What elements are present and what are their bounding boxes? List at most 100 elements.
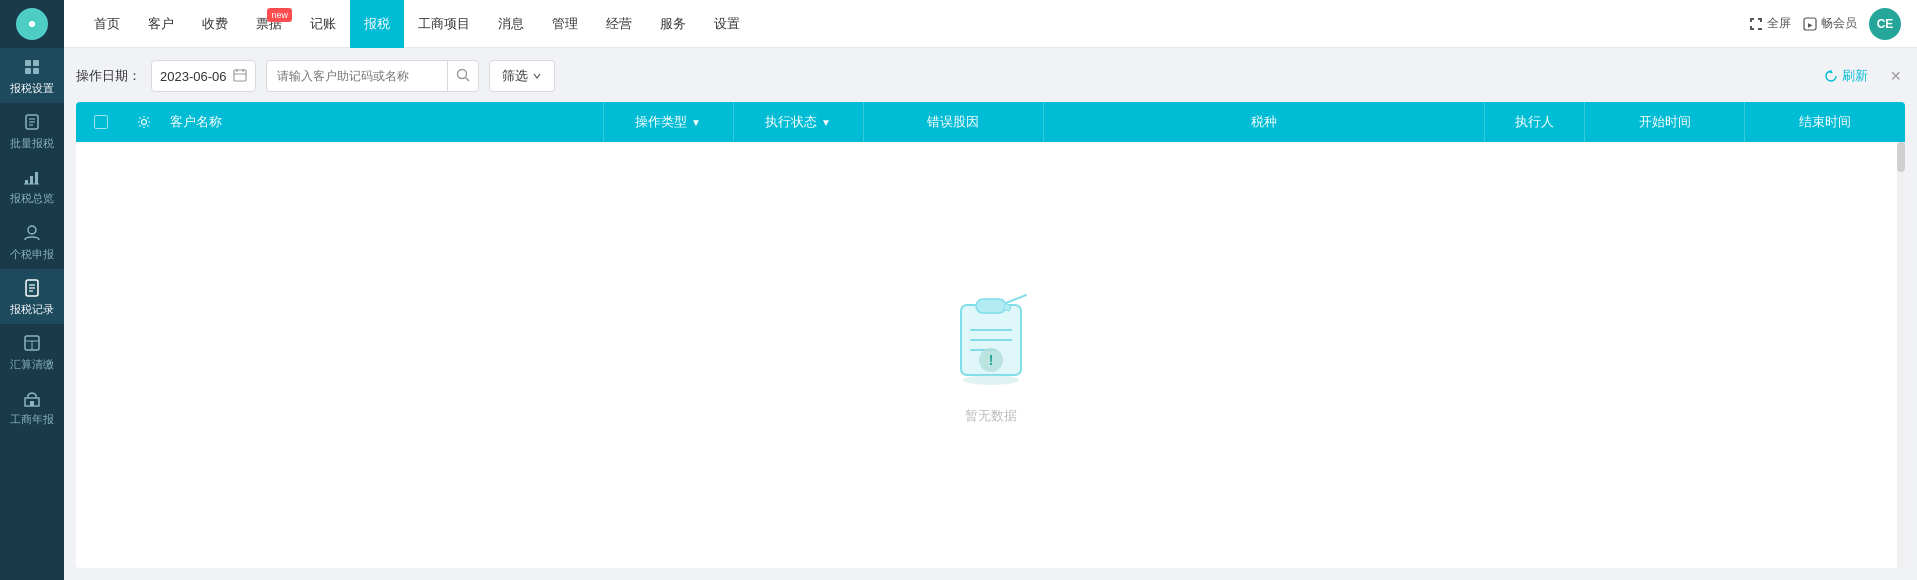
th-status: 执行状态 ▼ [734,102,864,142]
svg-rect-26 [234,70,246,81]
search-icon [456,68,470,82]
sidebar-item-piliangshuishui[interactable]: 批量报税 [0,103,64,158]
svg-line-31 [465,77,469,81]
svg-rect-2 [25,60,31,66]
nav-item-piaoju[interactable]: 票据 new [242,0,296,48]
svg-point-30 [457,69,466,78]
gongshang-icon [21,387,43,409]
date-picker[interactable]: 2023-06-06 [151,60,256,92]
zonglan-icon [21,166,43,188]
filter-label: 筛选 [502,67,528,85]
sidebar-item-baoshuishezhi[interactable]: 报税设置 [0,48,64,103]
toolbar-right: 刷新 × [1816,62,1905,91]
svg-rect-4 [25,68,31,74]
nav-items: 首页 客户 收费 票据 new 记账 报税 工商项目 消息 [80,0,1749,48]
nav-item-gongshang[interactable]: 工商项目 [404,0,484,48]
sidebar-item-baoshuizonglan[interactable]: 报税总览 [0,158,64,213]
svg-rect-10 [25,180,28,184]
date-value: 2023-06-06 [160,69,227,84]
zonglan-label: 报税总览 [10,192,54,205]
svg-point-14 [28,226,36,234]
table-scrollbar[interactable] [1897,142,1905,568]
status-sort-icon[interactable]: ▼ [821,117,831,128]
date-label: 操作日期： [76,67,141,85]
nav-item-shezhi[interactable]: 设置 [700,0,754,48]
svg-point-42 [963,375,1019,385]
settings-icon [136,114,152,130]
fullscreen-icon [1749,17,1763,31]
nav-item-kehu[interactable]: 客户 [134,0,188,48]
th-executor: 执行人 [1485,102,1585,142]
nav-item-jingying[interactable]: 经营 [592,0,646,48]
refresh-icon [1824,69,1838,83]
toolbar: 操作日期： 2023-06-06 [76,60,1905,92]
svg-line-40 [1006,295,1026,303]
svg-point-32 [142,120,147,125]
geshui-icon [21,222,43,244]
search-button[interactable] [447,61,478,91]
th-tax: 税种 [1044,102,1486,142]
fullscreen-button[interactable]: 全屏 [1749,15,1791,32]
user-avatar[interactable]: CE [1869,8,1901,40]
empty-illustration: ! [941,285,1041,395]
nav-item-xiaoxi[interactable]: 消息 [484,0,538,48]
huisuan-icon [21,332,43,354]
records-table: 客户名称 操作类型 ▼ 执行状态 ▼ 错误股因 税种 执行人 [76,102,1905,568]
refresh-button[interactable]: 刷新 [1816,63,1876,89]
svg-rect-34 [976,299,1006,313]
select-all-checkbox[interactable] [94,115,108,129]
table-header: 客户名称 操作类型 ▼ 执行状态 ▼ 错误股因 税种 执行人 [76,102,1905,142]
th-endtime: 结束时间 [1745,102,1905,142]
nav-item-jizhang[interactable]: 记账 [296,0,350,48]
vip-icon: ▶ [1803,17,1817,31]
jilu-label: 报税记录 [10,303,54,316]
logo-icon [16,8,48,40]
nav-item-baoshui[interactable]: 报税 [350,0,404,48]
sidebar-item-baoshuijilu[interactable]: 报税记录 [0,269,64,324]
nav-item-fuwu[interactable]: 服务 [646,0,700,48]
search-input[interactable] [267,65,447,87]
piaoju-badge: new [267,8,292,23]
th-error: 错误股因 [864,102,1044,142]
svg-rect-5 [33,68,39,74]
calendar-icon [233,68,247,85]
gongshang-nianbaio-label: 工商年报 [10,413,54,426]
close-button[interactable]: × [1886,62,1905,91]
svg-rect-23 [30,401,34,406]
search-box [266,60,479,92]
geshui-label: 个税申报 [10,248,54,261]
th-gear[interactable] [126,114,162,130]
baoshuishezhi-icon [21,56,43,78]
filter-button[interactable]: 筛选 [489,60,555,92]
table-body: ! 暂无数据 [76,142,1905,568]
svg-rect-3 [33,60,39,66]
empty-state: ! 暂无数据 [941,285,1041,425]
th-optype: 操作类型 ▼ [604,102,734,142]
main-container: 首页 客户 收费 票据 new 记账 报税 工商项目 消息 [64,0,1917,580]
optype-sort-icon[interactable]: ▼ [691,117,701,128]
th-starttime: 开始时间 [1585,102,1745,142]
sidebar-item-huisuanjiaonas[interactable]: 汇算清缴 [0,324,64,379]
sidebar: 报税设置 批量报税 报税总览 [0,0,64,580]
piliang-label: 批量报税 [10,137,54,150]
content-area: 操作日期： 2023-06-06 [64,48,1917,580]
top-navigation: 首页 客户 收费 票据 new 记账 报税 工商项目 消息 [64,0,1917,48]
sidebar-item-geshuishenbao[interactable]: 个税申报 [0,214,64,269]
vip-button[interactable]: ▶ 畅会员 [1803,15,1857,32]
scrollbar-thumb[interactable] [1897,142,1905,172]
topnav-right: 全屏 ▶ 畅会员 CE [1749,8,1901,40]
piliang-icon [21,111,43,133]
th-checkbox[interactable] [76,115,126,129]
nav-item-shouye[interactable]: 首页 [80,0,134,48]
nav-item-guanli[interactable]: 管理 [538,0,592,48]
empty-text: 暂无数据 [965,407,1017,425]
svg-point-1 [29,21,35,27]
th-customer-name: 客户名称 [162,102,604,142]
huisuan-label: 汇算清缴 [10,358,54,371]
sidebar-item-gongshangnianbaio[interactable]: 工商年报 [0,379,64,434]
svg-rect-11 [30,176,33,184]
app-logo [0,0,64,48]
svg-rect-12 [35,172,38,184]
baoshuishezhi-label: 报税设置 [10,82,54,95]
nav-item-shoufei[interactable]: 收费 [188,0,242,48]
